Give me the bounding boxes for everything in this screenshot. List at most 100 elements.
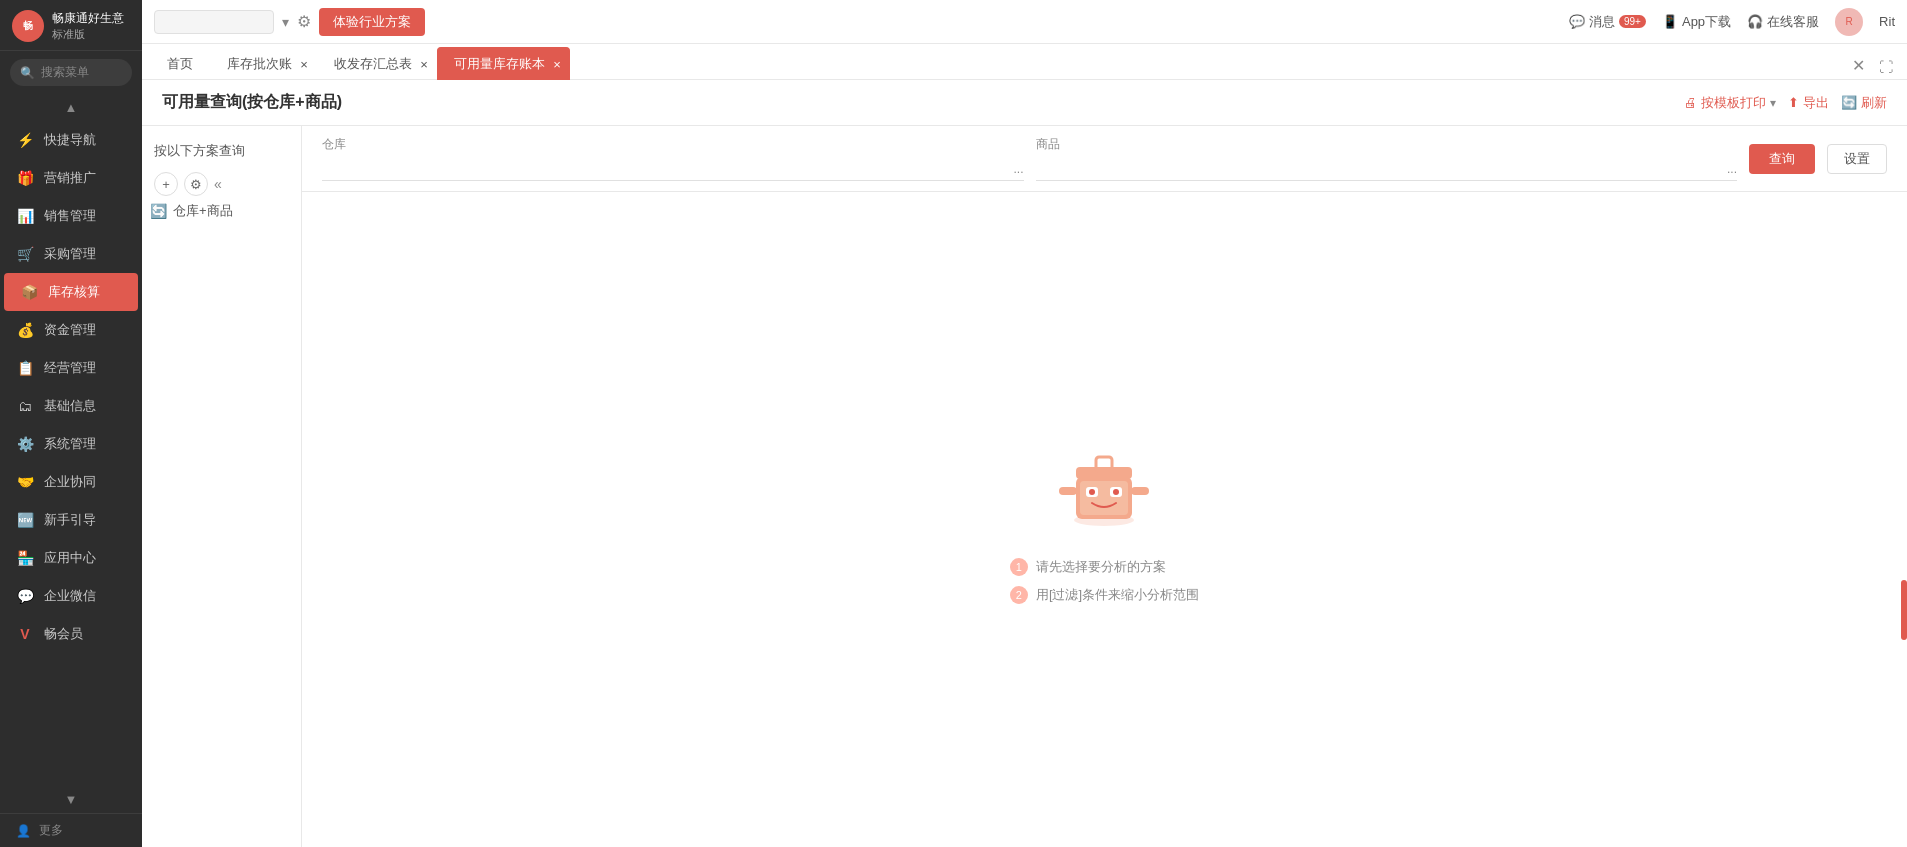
filter-settings-button[interactable]: 设置 [1827,144,1887,174]
tab-stock-summary[interactable]: 收发存汇总表 × [317,47,437,80]
scheme-collapse-button[interactable]: « [214,176,222,192]
wechat-icon: 💬 [16,587,34,605]
sidebar-item-appstore[interactable]: 🏪 应用中心 [0,539,142,577]
page-content: 可用量查询(按仓库+商品) 🖨 按模板打印 ▾ ⬆ 导出 🔄 刷新 [142,80,1907,847]
tab-stock-close[interactable]: × [416,56,432,72]
sidebar-bottom-icon: 👤 [16,824,31,838]
warehouse-input-wrapper: ... [322,157,1024,181]
sidebar-item-operation[interactable]: 📋 经营管理 [0,349,142,387]
export-label: 导出 [1803,94,1829,112]
username-label: Rit [1879,14,1895,29]
appstore-icon: 🏪 [16,549,34,567]
close-all-tabs-button[interactable]: ✕ [1844,52,1873,79]
svg-rect-9 [1059,487,1077,495]
message-badge: 99+ [1619,15,1646,28]
print-dropdown-icon[interactable]: ▾ [1770,96,1776,110]
refresh-button[interactable]: 🔄 刷新 [1841,94,1887,112]
filter-fields-area: 仓库 ... 商品 ... [302,126,1907,192]
sidebar-item-label: 经营管理 [44,359,96,377]
tab-batch-account[interactable]: 库存批次账 × [210,47,317,80]
empty-cube-svg [1054,435,1154,535]
goods-more-btn[interactable]: ... [1727,162,1737,176]
svg-point-5 [1089,489,1095,495]
scheme-settings-button[interactable]: ⚙ [184,172,208,196]
sidebar-item-sales[interactable]: 📊 销售管理 [0,197,142,235]
tip-text-2: 用[过滤]条件来缩小分析范围 [1036,586,1199,604]
tab-home-label: 首页 [167,55,193,73]
add-scheme-button[interactable]: + [154,172,178,196]
scheme-label: 按以下方案查询 [154,142,245,160]
user-avatar[interactable]: R [1835,8,1863,36]
sidebar: 畅 畅康通好生意 标准版 🔍 搜索菜单 ▲ ⚡ 快捷导航 🎁 营销推广 📊 销售… [0,0,142,847]
quick-nav-icon: ⚡ [16,131,34,149]
sidebar-item-wechat[interactable]: 💬 企业微信 [0,577,142,615]
page-header: 可用量查询(按仓库+商品) 🖨 按模板打印 ▾ ⬆ 导出 🔄 刷新 [142,80,1907,126]
topbar-dropdown-icon[interactable]: ▾ [282,14,289,30]
tab-batch-close[interactable]: × [296,56,312,72]
scheme-item-icon: 🔄 [150,203,167,219]
sidebar-item-purchase[interactable]: 🛒 采购管理 [0,235,142,273]
message-action[interactable]: 💬 消息 99+ [1569,13,1646,31]
export-icon: ⬆ [1788,95,1799,110]
goods-input[interactable] [1036,161,1723,176]
sidebar-item-enterprise[interactable]: 🤝 企业协同 [0,463,142,501]
warehouse-input[interactable] [322,161,1009,176]
sidebar-item-quick-nav[interactable]: ⚡ 快捷导航 [0,121,142,159]
sidebar-bottom-label: 更多 [39,822,63,839]
topbar-search-input[interactable] [154,10,274,34]
enterprise-icon: 🤝 [16,473,34,491]
member-icon: V [16,625,34,643]
warehouse-more-btn[interactable]: ... [1013,162,1023,176]
goods-input-wrapper: ... [1036,157,1738,181]
sidebar-scroll-up[interactable]: ▲ [0,94,142,121]
avatar-text: R [1845,16,1852,27]
topbar: ▾ ⚙ 体验行业方案 💬 消息 99+ 📱 App下载 🎧 在线客服 R Rit [142,0,1907,44]
main: ▾ ⚙ 体验行业方案 💬 消息 99+ 📱 App下载 🎧 在线客服 R Rit [142,0,1907,847]
chevron-up-icon: ▲ [65,100,78,115]
sidebar-item-label: 资金管理 [44,321,96,339]
sidebar-app-name: 畅康通好生意 [52,11,124,27]
goods-field-label: 商品 [1036,136,1738,153]
sidebar-item-system[interactable]: ⚙️ 系统管理 [0,425,142,463]
sidebar-item-guide[interactable]: 🆕 新手引导 [0,501,142,539]
svg-rect-10 [1131,487,1149,495]
chevron-down-icon: ▼ [65,792,78,807]
sidebar-item-finance[interactable]: 💰 资金管理 [0,311,142,349]
export-button[interactable]: ⬆ 导出 [1788,94,1829,112]
expand-tabs-button[interactable]: ⛶ [1873,55,1899,79]
sidebar-search[interactable]: 🔍 搜索菜单 [10,59,132,86]
topbar-gear-icon[interactable]: ⚙ [297,12,311,31]
industry-solution-button[interactable]: 体验行业方案 [319,8,425,36]
sidebar-item-marketing[interactable]: 🎁 营销推广 [0,159,142,197]
customer-service-action[interactable]: 🎧 在线客服 [1747,13,1819,31]
app-download-action[interactable]: 📱 App下载 [1662,13,1731,31]
sidebar-bottom[interactable]: 👤 更多 [0,813,142,847]
sidebar-item-member[interactable]: V 畅会员 [0,615,142,653]
sidebar-item-label: 企业协同 [44,473,96,491]
print-label: 按模板打印 [1701,94,1766,112]
scheme-item-warehouse-goods[interactable]: 🔄 仓库+商品 [142,198,301,224]
query-button[interactable]: 查询 [1749,144,1815,174]
message-icon: 💬 [1569,14,1585,29]
sidebar-item-label: 系统管理 [44,435,96,453]
sidebar-scroll-down[interactable]: ▼ [0,786,142,813]
tab-home[interactable]: 首页 [150,47,210,80]
tab-available-ledger[interactable]: 可用量库存账本 × [437,47,570,80]
sidebar-item-inventory[interactable]: 📦 库存核算 [4,273,138,311]
sidebar-item-basic[interactable]: 🗂 基础信息 [0,387,142,425]
system-icon: ⚙️ [16,435,34,453]
empty-illustration [1054,435,1154,538]
scheme-panel-header: 按以下方案查询 [142,136,301,166]
tip-num-1: 1 [1010,558,1028,576]
empty-state-area: 1 请先选择要分析的方案 2 用[过滤]条件来缩小分析范围 [302,192,1907,847]
empty-state: 1 请先选择要分析的方案 2 用[过滤]条件来缩小分析范围 [1010,435,1199,604]
print-template-button[interactable]: 🖨 按模板打印 ▾ [1684,94,1776,112]
warehouse-filter-field: 仓库 ... [322,136,1024,181]
scrollbar-thumb[interactable] [1901,580,1907,640]
refresh-icon: 🔄 [1841,95,1857,110]
message-label: 消息 [1589,13,1615,31]
svg-rect-2 [1080,481,1128,515]
sidebar-item-label: 畅会员 [44,625,83,643]
tab-available-close[interactable]: × [549,56,565,72]
sidebar-item-label: 应用中心 [44,549,96,567]
